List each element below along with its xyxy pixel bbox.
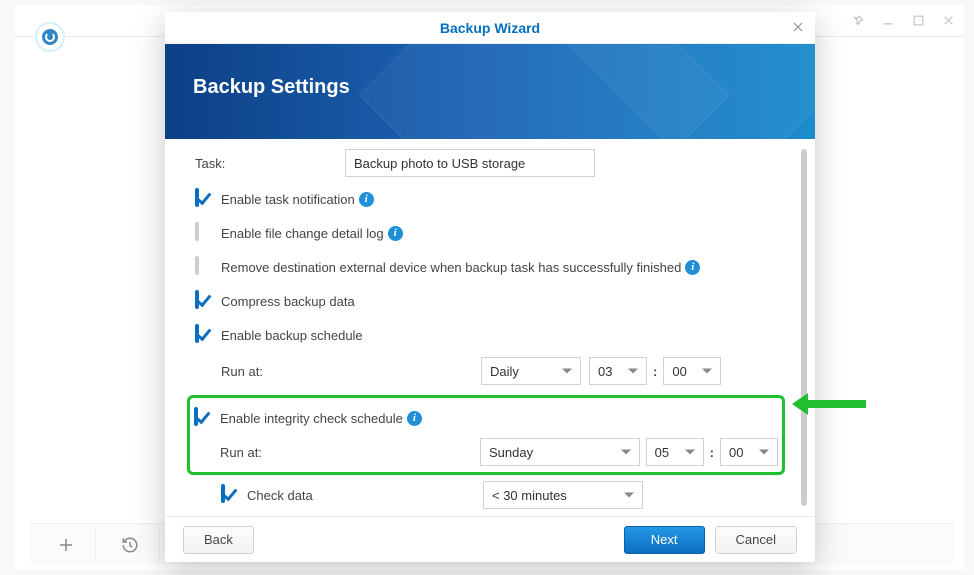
task-row: Task: [195,149,785,177]
backup-schedule-label: Enable backup schedule [221,328,363,343]
info-icon[interactable]: i [407,411,422,426]
annotation-arrow [806,400,866,408]
back-button[interactable]: Back [183,526,254,554]
backup-hour-select[interactable]: 03 [589,357,647,385]
backup-minute-select[interactable]: 00 [663,357,721,385]
modal-title: Backup Wizard [440,20,540,36]
remove-device-checkbox[interactable] [195,258,213,276]
workspace-close-icon[interactable] [940,13,956,29]
maximize-icon[interactable] [910,13,926,29]
run-at-label: Run at: [220,445,480,460]
history-button[interactable] [100,528,160,562]
next-button[interactable]: Next [624,526,705,554]
task-label: Task: [195,156,345,171]
modal-titlebar: Backup Wizard [165,12,815,44]
minimize-icon[interactable] [880,13,896,29]
compress-label: Compress backup data [221,294,355,309]
info-icon[interactable]: i [685,260,700,275]
form-content: Task: Enable task notification i Enable … [165,139,815,516]
cancel-button[interactable]: Cancel [715,526,797,554]
backup-frequency-select[interactable]: Daily [481,357,581,385]
time-colon: : [710,445,714,460]
integrity-highlight: Enable integrity check schedule i Run at… [187,395,785,475]
modal-footer: Back Next Cancel [165,516,815,562]
integrity-label: Enable integrity check schedule [220,411,403,426]
file-change-log-checkbox[interactable] [195,224,213,242]
integrity-runat-row: Run at: Sunday 05 : 00 [194,438,778,466]
task-notification-checkbox[interactable] [195,190,213,208]
check-data-checkbox[interactable] [221,486,239,504]
compress-row[interactable]: Compress backup data [195,289,785,313]
info-icon[interactable]: i [388,226,403,241]
task-name-input[interactable] [345,149,595,177]
remove-device-row[interactable]: Remove destination external device when … [195,255,785,279]
backup-schedule-checkbox[interactable] [195,326,213,344]
task-notification-label: Enable task notification [221,192,355,207]
close-icon[interactable] [791,20,805,39]
scrollbar[interactable] [801,149,807,506]
pin-icon[interactable] [850,13,866,29]
file-change-log-row[interactable]: Enable file change detail log i [195,221,785,245]
run-at-label: Run at: [221,364,481,379]
backup-runat-row: Run at: Daily 03 : 00 [195,357,785,385]
remove-device-label: Remove destination external device when … [221,260,681,275]
check-data-duration-select[interactable]: < 30 minutes [483,481,643,509]
time-colon: : [653,364,657,379]
check-data-label: Check data [247,488,483,503]
banner-heading: Backup Settings [193,76,350,99]
banner: Backup Settings [165,44,815,139]
check-data-row[interactable]: Check data < 30 minutes [195,481,785,509]
backup-schedule-row[interactable]: Enable backup schedule [195,323,785,347]
app-icon [35,22,65,52]
info-icon[interactable]: i [359,192,374,207]
integrity-minute-select[interactable]: 00 [720,438,778,466]
backup-wizard-modal: Backup Wizard Backup Settings Task: Enab… [165,12,815,562]
compress-checkbox[interactable] [195,292,213,310]
integrity-hour-select[interactable]: 05 [646,438,704,466]
file-change-log-label: Enable file change detail log [221,226,384,241]
add-button[interactable] [36,528,96,562]
integrity-checkbox[interactable] [194,409,212,427]
integrity-row[interactable]: Enable integrity check schedule i [194,406,778,430]
task-notification-row[interactable]: Enable task notification i [195,187,785,211]
integrity-day-select[interactable]: Sunday [480,438,640,466]
